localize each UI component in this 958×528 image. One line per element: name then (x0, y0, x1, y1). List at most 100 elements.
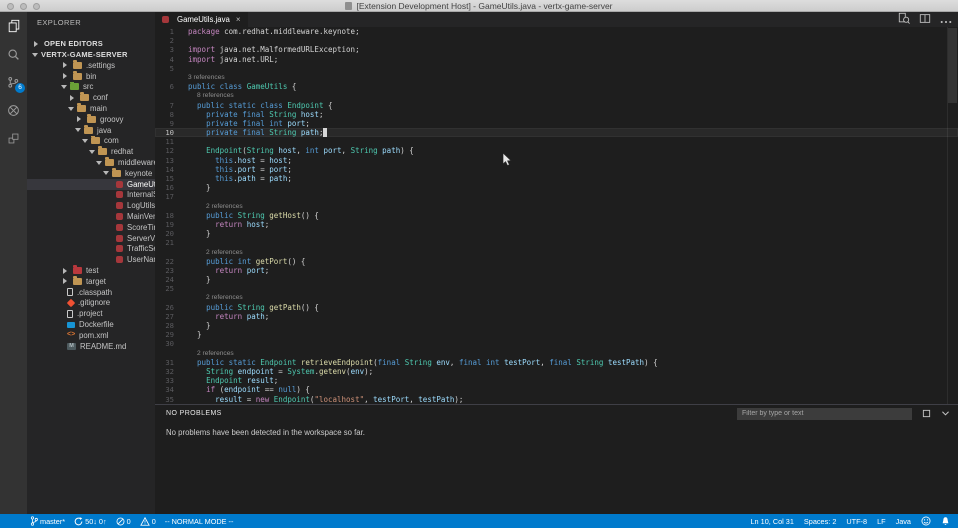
code-line-31[interactable]: 31 public static Endpoint retrieveEndpoi… (155, 358, 958, 367)
tree-item-main[interactable]: main (27, 103, 155, 114)
code-line-3[interactable]: 3 import java.net.MalformedURLException; (155, 45, 958, 54)
code-line-11[interactable]: 11 (155, 137, 958, 146)
activitybar-extensions-icon[interactable] (0, 124, 27, 152)
codelens-references[interactable]: 8 references (155, 91, 958, 100)
tree-item-mainverticle-java[interactable]: MainVerticle.java (27, 211, 155, 222)
codelens-label[interactable]: 2 references (206, 202, 243, 211)
tree-item-logutils-java[interactable]: LogUtils.java (27, 200, 155, 211)
codelens-references[interactable]: 2 references (155, 202, 958, 211)
tab-gameutils[interactable]: GameUtils.java × (155, 12, 248, 27)
close-panel-chevron-icon[interactable] (941, 410, 950, 417)
code-line-17[interactable]: 17 (155, 192, 958, 201)
tree-item-java[interactable]: java (27, 124, 155, 136)
tree-item-pom-xml[interactable]: <> pom.xml (27, 330, 155, 341)
code-line-7[interactable]: 7 public static class Endpoint { (155, 101, 958, 110)
tree-item-keynote[interactable]: keynote (27, 167, 155, 179)
code-line-5[interactable]: 5 (155, 64, 958, 73)
code-line-29[interactable]: 29 } (155, 330, 958, 339)
status-sync-status[interactable]: 50↓ 0↑ (74, 517, 107, 526)
code-line-6[interactable]: 6 public class GameUtils { (155, 82, 958, 91)
code-line-21[interactable]: 21 (155, 238, 958, 247)
tree-item-readme-md[interactable]: M README.md (27, 341, 155, 352)
status-indentation[interactable]: Spaces: 2 (804, 517, 836, 526)
activitybar-explorer-icon[interactable] (0, 12, 27, 40)
codelens-references[interactable]: 2 references (155, 248, 958, 257)
status-eol[interactable]: LF (877, 517, 886, 526)
tree-item-dockerfile[interactable]: Dockerfile (27, 319, 155, 330)
code-line-2[interactable]: 2 (155, 36, 958, 45)
activitybar-debug-icon[interactable] (0, 96, 27, 124)
status-feedback-smiley[interactable] (921, 516, 931, 526)
codelens-label[interactable]: 2 references (206, 248, 243, 257)
status-errors[interactable]: 0 (116, 517, 131, 526)
code-line-24[interactable]: 24 } (155, 275, 958, 284)
codelens-references[interactable]: 3 references (155, 73, 958, 82)
tab-no-problems[interactable]: NO PROBLEMS (166, 410, 222, 417)
codelens-references[interactable]: 2 references (155, 293, 958, 302)
close-window-button[interactable] (7, 2, 14, 10)
tree-item-conf[interactable]: conf (27, 92, 155, 103)
close-tab-icon[interactable]: × (236, 15, 241, 24)
code-line-10[interactable]: 10 private final String path; (155, 128, 958, 138)
code-line-4[interactable]: 4 import java.net.URL; (155, 55, 958, 64)
code-line-26[interactable]: 26 public String getPath() { (155, 303, 958, 312)
tree-item-middleware[interactable]: middleware (27, 157, 155, 168)
status-vim-mode[interactable]: -- NORMAL MODE -- (165, 517, 234, 526)
codelens-label[interactable]: 3 references (188, 73, 225, 82)
tree-item-gameutils-java[interactable]: GameUtils.java (27, 178, 155, 190)
code-line-8[interactable]: 8 private final String host; (155, 110, 958, 119)
code-line-35[interactable]: 35 result = new Endpoint("localhost", te… (155, 395, 958, 404)
tree-item-test[interactable]: test (27, 265, 155, 276)
minimize-window-button[interactable] (20, 2, 27, 10)
code-line-25[interactable]: 25 (155, 284, 958, 293)
tree-item-com[interactable]: com (27, 135, 155, 147)
codelens-label[interactable]: 8 references (197, 91, 234, 100)
status-encoding[interactable]: UTF-8 (846, 517, 867, 526)
status-warnings[interactable]: 0 (139, 516, 156, 526)
code-line-18[interactable]: 18 public String getHost() { (155, 211, 958, 220)
code-line-15[interactable]: 15 this.path = path; (155, 174, 958, 183)
code-line-27[interactable]: 27 return path; (155, 312, 958, 321)
tree-item--settings[interactable]: .settings (27, 60, 155, 71)
tree-item-scoretimerverticl-[interactable]: ScoreTimerVerticl... (27, 222, 155, 233)
tree-item-src[interactable]: src (27, 81, 155, 93)
tree-item-target[interactable]: target (27, 275, 155, 287)
status-git-branch[interactable]: master* (30, 516, 65, 526)
code-line-33[interactable]: 33 Endpoint result; (155, 376, 958, 385)
problems-filter-input[interactable] (737, 407, 912, 420)
code-line-16[interactable]: 16 } (155, 183, 958, 192)
tree-item-usernamegenerat-[interactable]: UserNameGenerat... (27, 254, 155, 265)
code-line-32[interactable]: 32 String endpoint = System.getenv(env); (155, 367, 958, 376)
project-root-section[interactable]: VERTX-GAME-SERVER (27, 49, 155, 60)
zoom-window-button[interactable] (33, 2, 40, 10)
code-line-12[interactable]: 12 Endpoint(String host, int port, Strin… (155, 146, 958, 155)
code-line-9[interactable]: 9 private final int port; (155, 119, 958, 128)
open-editors-section[interactable]: OPEN EDITORS (27, 38, 155, 49)
tree-item-serververticle-java[interactable]: ServerVerticle.java (27, 233, 155, 244)
tree-item-redhat[interactable]: redhat (27, 146, 155, 157)
status-cursor-position[interactable]: Ln 10, Col 31 (751, 517, 794, 526)
code-line-14[interactable]: 14 this.port = port; (155, 165, 958, 174)
code-editor[interactable]: 1 package com.redhat.middleware.keynote; 2… (155, 27, 958, 404)
tree-item--project[interactable]: .project (27, 308, 155, 319)
code-line-20[interactable]: 20 } (155, 229, 958, 238)
editor-scrollbar[interactable] (948, 28, 957, 103)
code-line-1[interactable]: 1 package com.redhat.middleware.keynote; (155, 27, 958, 36)
activitybar-search-icon[interactable] (0, 40, 27, 68)
code-line-19[interactable]: 19 return host; (155, 220, 958, 229)
codelens-label[interactable]: 2 references (206, 293, 243, 302)
code-line-30[interactable]: 30 (155, 339, 958, 348)
tree-item--classpath[interactable]: .classpath (27, 287, 155, 298)
activitybar-source-control-icon[interactable]: 6 (0, 68, 27, 96)
tree-item-internalservicever-[interactable]: InternalServiceVer... (27, 190, 155, 201)
code-line-34[interactable]: 34 if (endpoint == null) { (155, 385, 958, 394)
code-line-23[interactable]: 23 return port; (155, 266, 958, 275)
tree-item-bin[interactable]: bin (27, 70, 155, 82)
code-line-13[interactable]: 13 this.host = host; (155, 156, 958, 165)
code-line-22[interactable]: 22 public int getPort() { (155, 257, 958, 266)
codelens-label[interactable]: 2 references (197, 349, 234, 358)
code-line-28[interactable]: 28 } (155, 321, 958, 330)
maximize-panel-icon[interactable] (922, 409, 931, 418)
status-language-mode[interactable]: Java (896, 517, 911, 526)
status-notifications-bell[interactable] (941, 516, 950, 526)
